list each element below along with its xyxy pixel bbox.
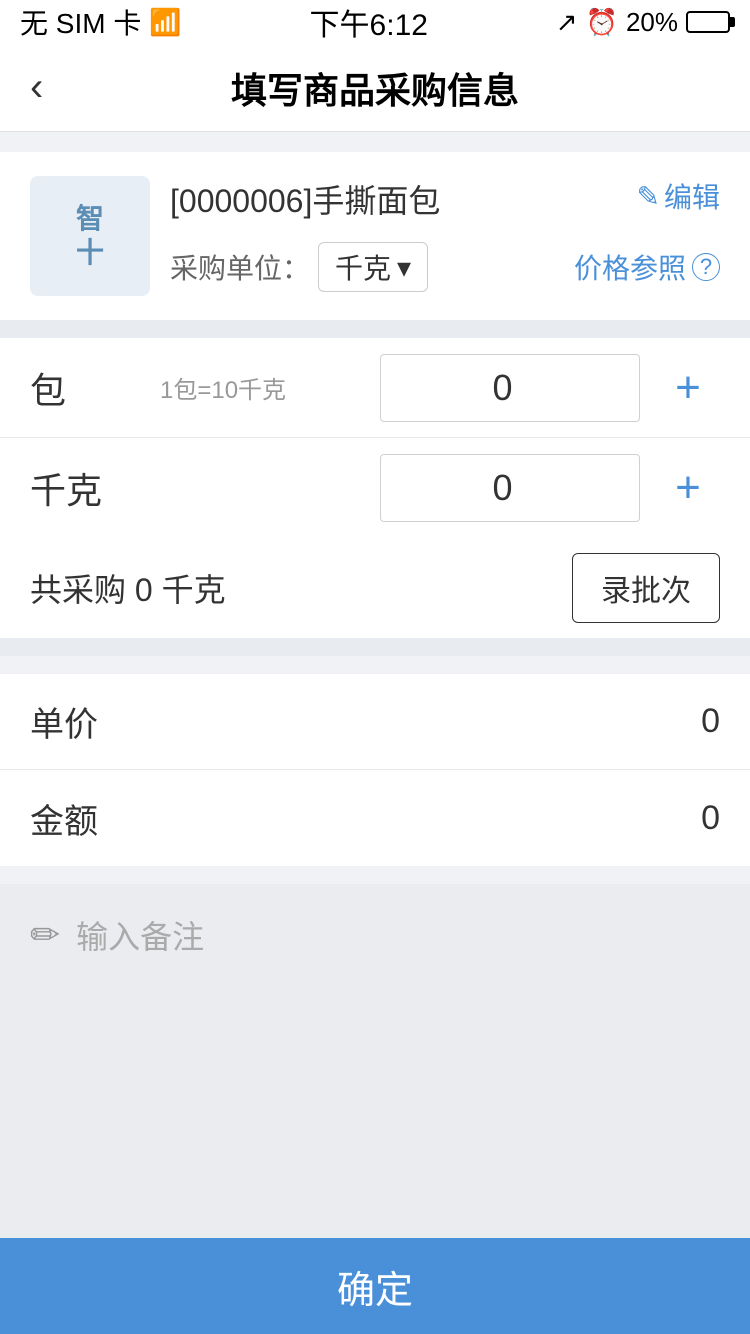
gps-icon: ↗ bbox=[556, 7, 578, 38]
confirm-button[interactable]: 确定 bbox=[0, 1238, 750, 1334]
note-section[interactable]: ✏ 输入备注 bbox=[0, 884, 750, 986]
price-ref-label: 价格参照 bbox=[574, 247, 686, 287]
unit-value: 千克 bbox=[335, 247, 391, 287]
edit-button[interactable]: ✎ 编辑 bbox=[637, 176, 720, 216]
kg-input-row: 千克 + bbox=[0, 438, 750, 538]
edit-icon: ✎ bbox=[637, 180, 660, 213]
pencil-icon: ✏ bbox=[30, 914, 60, 956]
product-thumb-text: 智 十 bbox=[76, 202, 104, 269]
price-reference-button[interactable]: 价格参照 ? bbox=[574, 247, 720, 287]
section-divider-2 bbox=[0, 638, 750, 656]
product-card: 智 十 [0000006]手撕面包 ✎ 编辑 采购单位： 千克 ▾ 价格参照 ? bbox=[0, 152, 750, 320]
unit-price-row: 单价 0 bbox=[0, 674, 750, 770]
batch-button[interactable]: 录批次 bbox=[572, 553, 720, 623]
battery-label: 20% bbox=[626, 7, 678, 38]
kg-label: 千克 bbox=[30, 462, 150, 514]
unit-price-value: 0 bbox=[701, 702, 720, 741]
sim-label: 无 SIM 卡 bbox=[20, 2, 141, 42]
status-right: ↗ ⏰ 20% bbox=[556, 7, 730, 38]
product-info: [0000006]手撕面包 ✎ 编辑 采购单位： 千克 ▾ 价格参照 ? bbox=[170, 176, 720, 292]
input-section: 包 1包=10千克 + 千克 + bbox=[0, 338, 750, 538]
status-bar: 无 SIM 卡 📶 下午6:12 ↗ ⏰ 20% bbox=[0, 0, 750, 44]
bag-input[interactable] bbox=[380, 354, 640, 422]
product-unit-row: 采购单位： 千克 ▾ 价格参照 ? bbox=[170, 242, 720, 292]
unit-prefix-label: 采购单位： bbox=[170, 247, 310, 287]
product-header: [0000006]手撕面包 ✎ 编辑 bbox=[170, 176, 720, 222]
product-thumbnail: 智 十 bbox=[30, 176, 150, 296]
bag-label: 包 bbox=[30, 362, 150, 414]
alarm-icon: ⏰ bbox=[586, 7, 618, 38]
kg-input[interactable] bbox=[380, 454, 640, 522]
amount-value: 0 bbox=[701, 799, 720, 838]
bag-plus-button[interactable]: + bbox=[656, 356, 720, 420]
note-placeholder: 输入备注 bbox=[76, 912, 204, 958]
amount-label: 金额 bbox=[30, 794, 98, 843]
page-title: 填写商品采购信息 bbox=[231, 62, 519, 114]
summary-text: 共采购 0 千克 bbox=[30, 565, 226, 611]
wifi-icon: 📶 bbox=[149, 7, 181, 38]
price-section: 单价 0 金额 0 bbox=[0, 674, 750, 866]
nav-bar: ‹ 填写商品采购信息 bbox=[0, 44, 750, 132]
amount-row: 金额 0 bbox=[0, 770, 750, 866]
product-name: [0000006]手撕面包 bbox=[170, 176, 440, 222]
unit-price-label: 单价 bbox=[30, 697, 98, 746]
section-divider-1 bbox=[0, 320, 750, 338]
back-button[interactable]: ‹ bbox=[30, 65, 43, 110]
status-left: 无 SIM 卡 📶 bbox=[20, 2, 182, 42]
kg-input-wrapper: + bbox=[150, 454, 720, 522]
kg-plus-button[interactable]: + bbox=[656, 456, 720, 520]
summary-row: 共采购 0 千克 录批次 bbox=[0, 538, 750, 638]
dropdown-icon: ▾ bbox=[397, 251, 411, 284]
bag-sublabel: 1包=10千克 bbox=[160, 370, 286, 405]
edit-label: 编辑 bbox=[664, 176, 720, 216]
bag-input-wrapper: + bbox=[286, 354, 720, 422]
unit-selector-group: 采购单位： 千克 ▾ bbox=[170, 242, 428, 292]
bag-input-row: 包 1包=10千克 + bbox=[0, 338, 750, 438]
battery-icon bbox=[686, 11, 730, 33]
status-time: 下午6:12 bbox=[310, 0, 428, 44]
unit-select[interactable]: 千克 ▾ bbox=[318, 242, 428, 292]
help-icon: ? bbox=[692, 253, 720, 281]
